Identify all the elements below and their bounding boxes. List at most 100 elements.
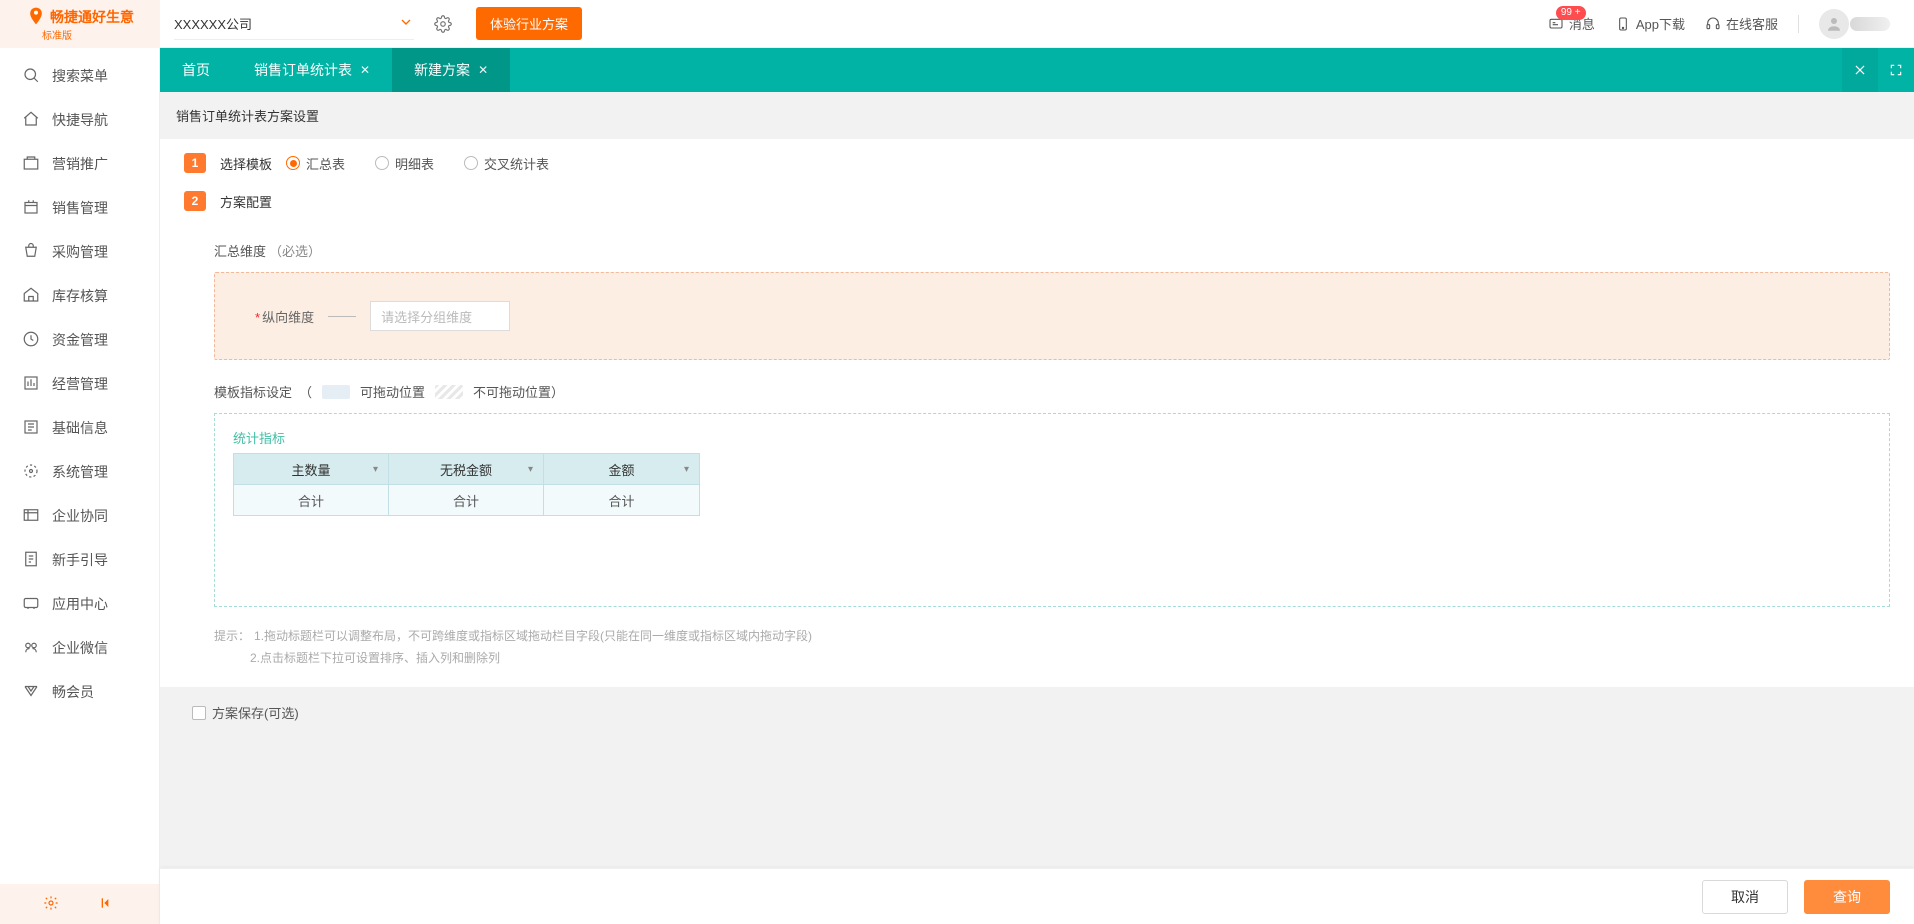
tips: 提示：1.拖动标题栏可以调整布局，不可跨维度或指标区域拖动栏目字段(只能在同一维… [214,625,1890,669]
sidebar-collapse-icon[interactable] [98,895,116,914]
query-button[interactable]: 查询 [1804,880,1890,914]
radio-icon [464,156,478,170]
indicator-value-2: 合计 [544,485,699,515]
sidebar-item-7[interactable]: 经营管理 [0,362,159,406]
sidebar-item-0[interactable]: 搜索菜单 [0,54,159,98]
tab-label: 销售订单统计表 [254,60,352,80]
step-2-number: 2 [184,191,206,211]
tabs: 首页销售订单统计表✕新建方案✕ [160,48,1914,92]
brand-logo: 畅捷通好生意 标准版 [0,0,160,48]
sidebar-item-14[interactable]: 畅会员 [0,670,159,714]
sidebar-icon [22,462,40,483]
sidebar-item-4[interactable]: 采购管理 [0,230,159,274]
sidebar-item-label: 快捷导航 [52,110,108,130]
user-menu[interactable] [1819,9,1890,39]
settings-gear-icon[interactable] [434,15,452,33]
radio-label: 交叉统计表 [484,154,549,173]
tab-1[interactable]: 销售订单统计表 ✕ [232,48,392,92]
indicator-column-2[interactable]: 金额▾ [544,454,699,484]
indicator-table: 主数量▾无税金额▾金额▾ 合计合计合计 [233,453,700,516]
sidebar-item-label: 基础信息 [52,418,108,438]
tab-label: 首页 [182,60,210,80]
industry-solution-button[interactable]: 体验行业方案 [476,7,582,40]
messages-badge: 99 + [1556,6,1586,20]
sidebar-item-label: 应用中心 [52,594,108,614]
radio-icon [375,156,389,170]
chevron-down-icon: ▾ [528,464,533,475]
indicator-column-0[interactable]: 主数量▾ [234,454,389,484]
legend-draggable-icon [322,385,350,399]
indicator-value-0: 合计 [234,485,389,515]
dimension-select[interactable]: 请选择分组维度 [370,301,510,331]
sidebar-settings-icon[interactable] [43,895,59,914]
sidebar-item-label: 库存核算 [52,286,108,306]
template-radio-0[interactable]: 汇总表 [286,154,345,173]
sidebar-item-12[interactable]: 应用中心 [0,582,159,626]
step-1-number: 1 [184,153,206,173]
user-name-placeholder [1850,17,1890,31]
close-icon[interactable]: ✕ [478,63,488,77]
indicator-title: 统计指标 [233,428,1871,447]
tab-0[interactable]: 首页 [160,48,232,92]
sidebar-icon [22,506,40,527]
radio-label: 汇总表 [306,154,345,173]
sidebar-item-6[interactable]: 资金管理 [0,318,159,362]
sidebar-item-3[interactable]: 销售管理 [0,186,159,230]
sidebar-icon [22,330,40,351]
vertical-dim-label: *纵向维度 [255,307,314,326]
indicator-column-1[interactable]: 无税金额▾ [389,454,544,484]
cancel-button[interactable]: 取消 [1702,880,1788,914]
save-option-row: 方案保存(可选) [160,687,1914,739]
sidebar-icon [22,286,40,307]
sidebar-item-5[interactable]: 库存核算 [0,274,159,318]
brand-name: 畅捷通好生意 [50,7,134,27]
company-selector[interactable]: XXXXXX公司 [174,8,414,40]
online-service-button[interactable]: 在线客服 [1705,14,1778,33]
sidebar-item-13[interactable]: 企业微信 [0,626,159,670]
sidebar-item-1[interactable]: 快捷导航 [0,98,159,142]
sidebar-icon [22,550,40,571]
step-2-row: 2 方案配置 [160,187,1914,225]
indicator-section-label: 模板指标设定 （ 可拖动位置 不可拖动位置） [214,382,1890,401]
checkbox-icon [192,706,206,720]
sidebar-icon [22,682,40,703]
indicator-value-1: 合计 [389,485,544,515]
sidebar-item-label: 采购管理 [52,242,108,262]
chevron-down-icon: ▾ [684,464,689,475]
sidebar-item-2[interactable]: 营销推广 [0,142,159,186]
chevron-down-icon [398,14,414,33]
connector-line [328,316,356,317]
sidebar-item-label: 畅会员 [52,682,94,702]
sidebar-icon [22,374,40,395]
sidebar-item-label: 销售管理 [52,198,108,218]
sidebar-item-label: 企业微信 [52,638,108,658]
sidebar-icon [22,66,40,87]
template-radio-group: 汇总表 明细表 交叉统计表 [286,154,549,173]
sidebar-icon [22,110,40,131]
template-radio-2[interactable]: 交叉统计表 [464,154,549,173]
sidebar-item-label: 经营管理 [52,374,108,394]
app-download-button[interactable]: App下载 [1615,14,1685,33]
close-icon[interactable]: ✕ [360,63,370,77]
sidebar-icon [22,638,40,659]
sidebar-icon [22,242,40,263]
sidebar-item-10[interactable]: 企业协同 [0,494,159,538]
messages-button[interactable]: 99 + 消息 [1548,14,1595,33]
step-2-label: 方案配置 [220,192,272,211]
sidebar-item-8[interactable]: 基础信息 [0,406,159,450]
sidebar-item-label: 营销推广 [52,154,108,174]
tab-2[interactable]: 新建方案✕ [392,48,510,92]
sidebar-item-label: 系统管理 [52,462,108,482]
sidebar-item-11[interactable]: 新手引导 [0,538,159,582]
sidebar-item-label: 新手引导 [52,550,108,570]
step-1-label: 选择模板 [220,154,272,173]
fullscreen-button[interactable] [1878,48,1914,92]
page-title: 销售订单统计表方案设置 [160,92,1914,139]
sidebar-item-9[interactable]: 系统管理 [0,450,159,494]
template-radio-1[interactable]: 明细表 [375,154,434,173]
save-scheme-checkbox[interactable]: 方案保存(可选) [192,703,299,722]
divider [1798,15,1799,33]
close-tab-button[interactable] [1842,48,1878,92]
radio-icon [286,156,300,170]
footer-bar: 取消 查询 [160,868,1914,924]
